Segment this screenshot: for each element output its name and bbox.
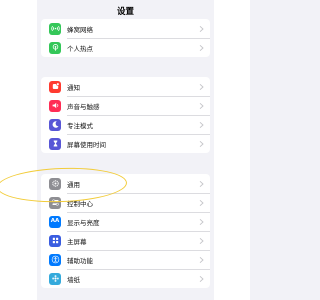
focus-moon-icon bbox=[49, 118, 61, 131]
settings-row-accessibility[interactable]: 辅助功能 bbox=[41, 250, 210, 269]
settings-row-label: 通知 bbox=[67, 83, 80, 92]
home-screen-icon bbox=[49, 234, 61, 247]
settings-row-label: 声音与触感 bbox=[67, 102, 100, 111]
chevron-right-icon bbox=[199, 275, 204, 282]
settings-row-label: 辅助功能 bbox=[67, 256, 93, 265]
page-title: 设置 bbox=[116, 7, 134, 17]
settings-row-home-screen[interactable]: 主屏幕 bbox=[41, 231, 210, 250]
settings-row-cellular[interactable]: 蜂窝网络 bbox=[41, 19, 210, 38]
settings-row-hotspot[interactable]: 个人热点 bbox=[41, 38, 210, 57]
accessibility-icon bbox=[49, 253, 61, 266]
chevron-right-icon bbox=[199, 25, 204, 32]
chevron-right-icon bbox=[199, 180, 204, 187]
settings-row-label: 蜂窝网络 bbox=[67, 25, 93, 34]
settings-row-label: 主屏幕 bbox=[67, 237, 87, 246]
settings-group-notifications: 通知 声音与触感 专注模式 屏幕使用时间 bbox=[41, 77, 210, 153]
chevron-right-icon bbox=[199, 199, 204, 206]
chevron-right-icon bbox=[199, 237, 204, 244]
settings-row-notifications[interactable]: 通知 bbox=[41, 77, 210, 96]
settings-screen: 设置 蜂窝网络 个人热点 通知 声音与触感 专注模式 屏幕使用时间 通用 控制中… bbox=[37, 0, 214, 300]
chevron-right-icon bbox=[199, 140, 204, 147]
chevron-right-icon bbox=[199, 102, 204, 109]
cellular-icon bbox=[49, 22, 61, 35]
hotspot-icon bbox=[49, 41, 61, 54]
chevron-right-icon bbox=[199, 83, 204, 90]
settings-group-network: 蜂窝网络 个人热点 bbox=[41, 19, 210, 57]
settings-row-label: 墙纸 bbox=[67, 275, 80, 284]
chevron-right-icon bbox=[199, 121, 204, 128]
settings-row-wallpaper[interactable]: 墙纸 bbox=[41, 269, 210, 288]
wallpaper-icon bbox=[49, 272, 61, 285]
hourglass-icon bbox=[49, 137, 61, 150]
right-margin bbox=[214, 0, 250, 300]
settings-row-label: 屏幕使用时间 bbox=[67, 140, 106, 149]
settings-row-focus[interactable]: 专注模式 bbox=[41, 115, 210, 134]
settings-row-sounds[interactable]: 声音与触感 bbox=[41, 96, 210, 115]
settings-row-label: 显示与亮度 bbox=[67, 218, 100, 227]
left-margin bbox=[0, 0, 37, 300]
display-aa-icon: AA bbox=[49, 215, 61, 228]
chevron-right-icon bbox=[199, 256, 204, 263]
settings-row-label: 个人热点 bbox=[67, 44, 93, 53]
chevron-right-icon bbox=[199, 218, 204, 225]
notifications-icon bbox=[49, 80, 61, 93]
sound-icon bbox=[49, 99, 61, 112]
settings-row-screen-time[interactable]: 屏幕使用时间 bbox=[41, 134, 210, 153]
settings-row-display[interactable]: AA 显示与亮度 bbox=[41, 212, 210, 231]
settings-row-label: 专注模式 bbox=[67, 121, 93, 130]
chevron-right-icon bbox=[199, 44, 204, 51]
